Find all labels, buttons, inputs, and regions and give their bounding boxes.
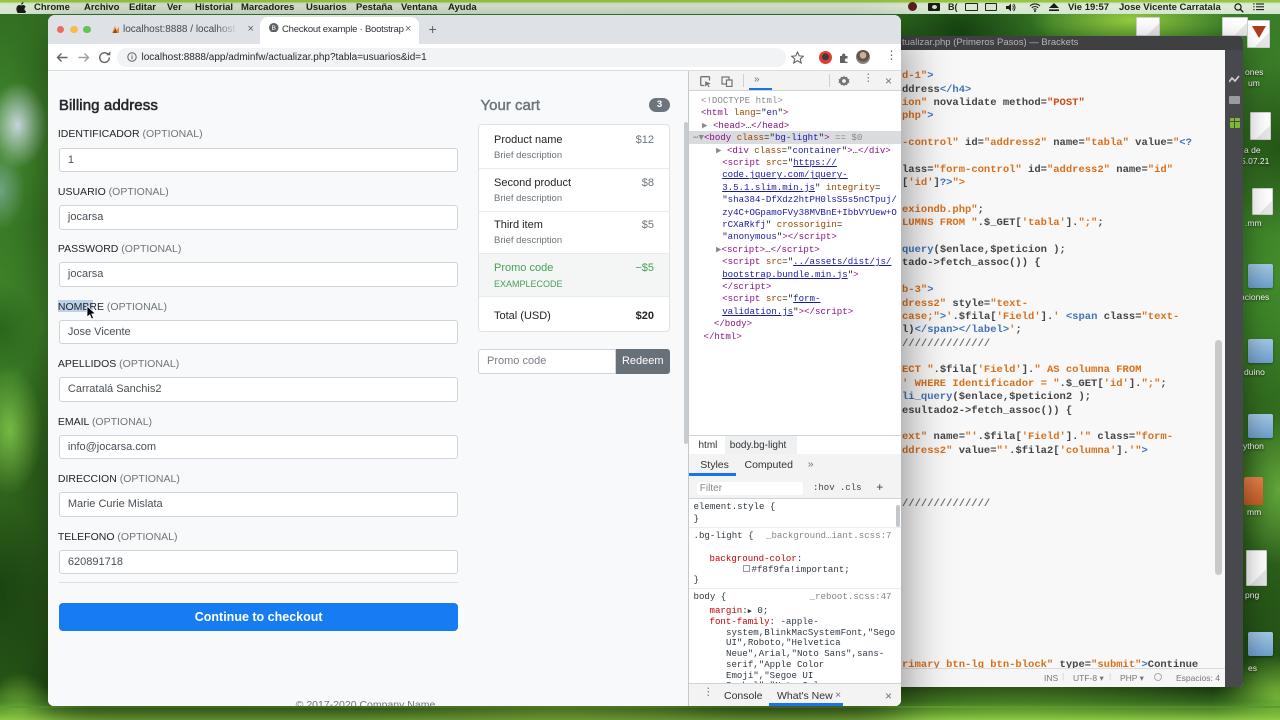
svg-text:B: B — [272, 25, 277, 32]
